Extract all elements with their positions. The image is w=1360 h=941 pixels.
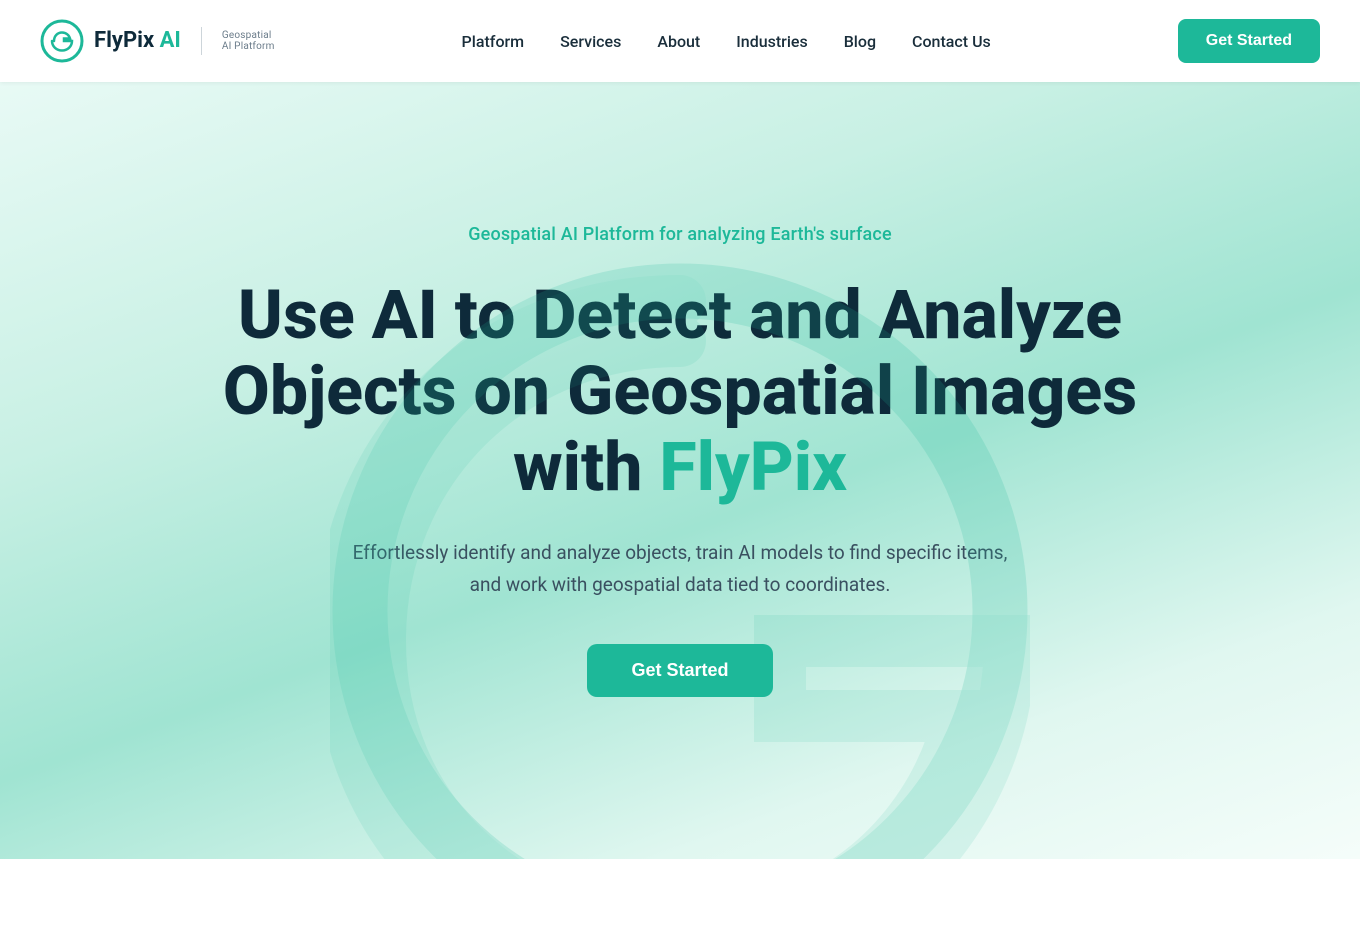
- nav-item-platform: Platform: [462, 32, 525, 51]
- nav-link-blog[interactable]: Blog: [844, 32, 876, 51]
- logo-tagline: Geospatial AI Platform: [222, 30, 275, 52]
- navbar: FlyPix AI Geospatial AI Platform Platfor…: [0, 0, 1360, 82]
- nav-item-blog: Blog: [844, 32, 876, 51]
- logo-name: FlyPix AI: [94, 29, 181, 53]
- logo-text: FlyPix AI: [94, 29, 181, 53]
- nav-item-about: About: [657, 32, 700, 51]
- nav-cta-button[interactable]: Get Started: [1178, 19, 1320, 63]
- hero-title-brand: FlyPix: [659, 427, 847, 507]
- nav-link-about[interactable]: About: [657, 32, 700, 51]
- nav-links: Platform Services About Industries Blog …: [462, 32, 991, 51]
- logo-sub2: AI Platform: [222, 41, 275, 52]
- nav-link-platform[interactable]: Platform: [462, 32, 525, 51]
- logo-sub1: Geospatial: [222, 30, 275, 41]
- logo-divider: [201, 27, 202, 55]
- hero-subtitle: Geospatial AI Platform for analyzing Ear…: [468, 224, 892, 245]
- hero-section: Geospatial AI Platform for analyzing Ear…: [0, 82, 1360, 859]
- hero-cta-button[interactable]: Get Started: [587, 644, 772, 697]
- nav-item-contact: Contact Us: [912, 32, 991, 51]
- nav-item-services: Services: [560, 32, 621, 51]
- logo-icon: [40, 19, 84, 63]
- nav-link-industries[interactable]: Industries: [736, 32, 807, 51]
- hero-title: Use AI to Detect and Analyze Objects on …: [150, 277, 1210, 505]
- nav-link-services[interactable]: Services: [560, 32, 621, 51]
- hero-description: Effortlessly identify and analyze object…: [340, 537, 1020, 600]
- logo-link[interactable]: FlyPix AI Geospatial AI Platform: [40, 19, 275, 63]
- nav-item-industries: Industries: [736, 32, 807, 51]
- nav-link-contact[interactable]: Contact Us: [912, 32, 991, 51]
